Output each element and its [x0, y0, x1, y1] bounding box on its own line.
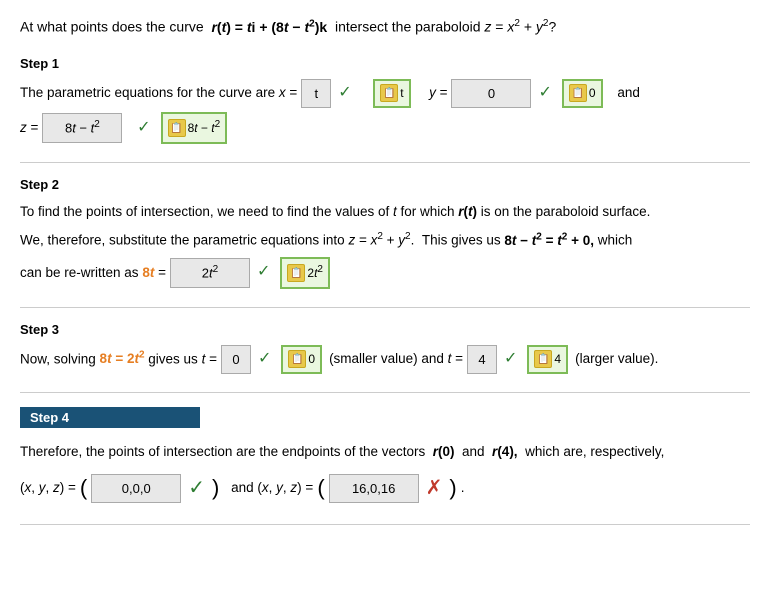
step1-y-box: 0 [451, 79, 531, 108]
step4-point2-box: 16,0,16 [329, 474, 419, 503]
step3-t1-check: ✓ [258, 345, 271, 374]
step4-point2-check: ✗ [426, 470, 443, 506]
step4-left-paren1: ( [80, 477, 87, 499]
step1-y-hint-icon: 📋 [569, 84, 587, 102]
step3-t1-hint-val: 0 [308, 349, 315, 371]
step1-and: and [617, 81, 640, 105]
step4-right-paren2: ) [449, 477, 456, 499]
step2-row-rewrite: can be re-written as 8t = 2t2 ✓ 📋 2t2 [20, 257, 750, 289]
step1-row1: The parametric equations for the curve a… [20, 79, 750, 109]
step1-z-label: z = [20, 116, 38, 140]
step1-x-hint-icon: 📋 [380, 84, 398, 102]
step2-rewrite-box: 2t2 [170, 258, 250, 288]
step4-section: Step 4 Therefore, the points of intersec… [20, 407, 750, 525]
step3-pre: Now, solving 8t = 2t2 gives us t = [20, 347, 217, 372]
step1-y-hint-val: 0 [589, 83, 596, 105]
step2-rewrite-check: ✓ [257, 258, 270, 287]
step3-t1-hint-icon: 📋 [288, 350, 306, 368]
step4-right-paren1: ) [212, 477, 219, 499]
step4-line1: Therefore, the points of intersection ar… [20, 440, 750, 464]
step3-t2-box: 4 [467, 345, 497, 374]
step2-content: To find the points of intersection, we n… [20, 200, 750, 289]
step2-section: Step 2 To find the points of intersectio… [20, 177, 750, 308]
step3-t1-box: 0 [221, 345, 251, 374]
step4-point1-box: 0,0,0 [91, 474, 181, 503]
step3-smaller-label: (smaller value) and t = [329, 347, 463, 371]
step3-t1-hint[interactable]: 📋 0 [281, 345, 322, 375]
step4-label: Step 4 [20, 407, 200, 428]
step2-rewrite-hint-icon: 📋 [287, 264, 305, 282]
step1-content: The parametric equations for the curve a… [20, 79, 750, 144]
step4-left-paren2: ( [317, 477, 324, 499]
step4-row: (x, y, z) = ( 0,0,0 ✓ ) and (x, y, z) = … [20, 470, 750, 506]
step4-content: Therefore, the points of intersection ar… [20, 440, 750, 506]
step1-section: Step 1 The parametric equations for the … [20, 56, 750, 163]
step1-row2: z = 8t − t2 ✓ 📋 8t − t2 [20, 112, 750, 144]
step1-z-hint-icon: 📋 [168, 119, 186, 137]
step1-x-check: ✓ [338, 79, 351, 108]
step1-z-hint-val: 8t − t2 [188, 116, 221, 140]
step2-rewrite-hint[interactable]: 📋 2t2 [280, 257, 330, 289]
step3-t2-hint-val: 4 [554, 349, 561, 371]
step1-x-hint-val: t [400, 83, 403, 105]
step1-text-pre: The parametric equations for the curve a… [20, 81, 297, 105]
step4-and2: and (x, y, z) = [231, 476, 313, 500]
step3-t2-hint[interactable]: 📋 4 [527, 345, 568, 375]
step1-z-box: 8t − t2 [42, 113, 122, 143]
step4-end-period: . [461, 476, 465, 500]
step1-z-hint[interactable]: 📋 8t − t2 [161, 112, 228, 144]
step2-label: Step 2 [20, 177, 750, 192]
step1-y-label: y = [429, 81, 447, 105]
step1-y-hint[interactable]: 📋 0 [562, 79, 603, 109]
step1-label: Step 1 [20, 56, 750, 71]
step4-point1-check: ✓ [188, 470, 205, 506]
step1-x-box: t [301, 79, 331, 108]
question-text: At what points does the curve r(t) = ti … [20, 16, 750, 38]
step1-x-hint[interactable]: 📋 t [373, 79, 410, 109]
step1-y-check: ✓ [538, 79, 551, 108]
step3-section: Step 3 Now, solving 8t = 2t2 gives us t … [20, 322, 750, 394]
step3-label: Step 3 [20, 322, 750, 337]
step4-point1-pre: (x, y, z) = [20, 476, 76, 500]
step3-content: Now, solving 8t = 2t2 gives us t = 0 ✓ 📋… [20, 345, 750, 375]
step2-line1: To find the points of intersection, we n… [20, 200, 750, 224]
step3-larger-label: (larger value). [575, 347, 658, 371]
step3-t2-check: ✓ [504, 345, 517, 374]
step2-line2: We, therefore, substitute the parametric… [20, 228, 750, 253]
step3-row: Now, solving 8t = 2t2 gives us t = 0 ✓ 📋… [20, 345, 750, 375]
step3-t2-hint-icon: 📋 [534, 350, 552, 368]
step2-rewrite-pre: can be re-written as 8t = [20, 261, 166, 285]
step2-rewrite-hint-val: 2t2 [307, 261, 323, 285]
step1-z-check: ✓ [137, 114, 150, 143]
